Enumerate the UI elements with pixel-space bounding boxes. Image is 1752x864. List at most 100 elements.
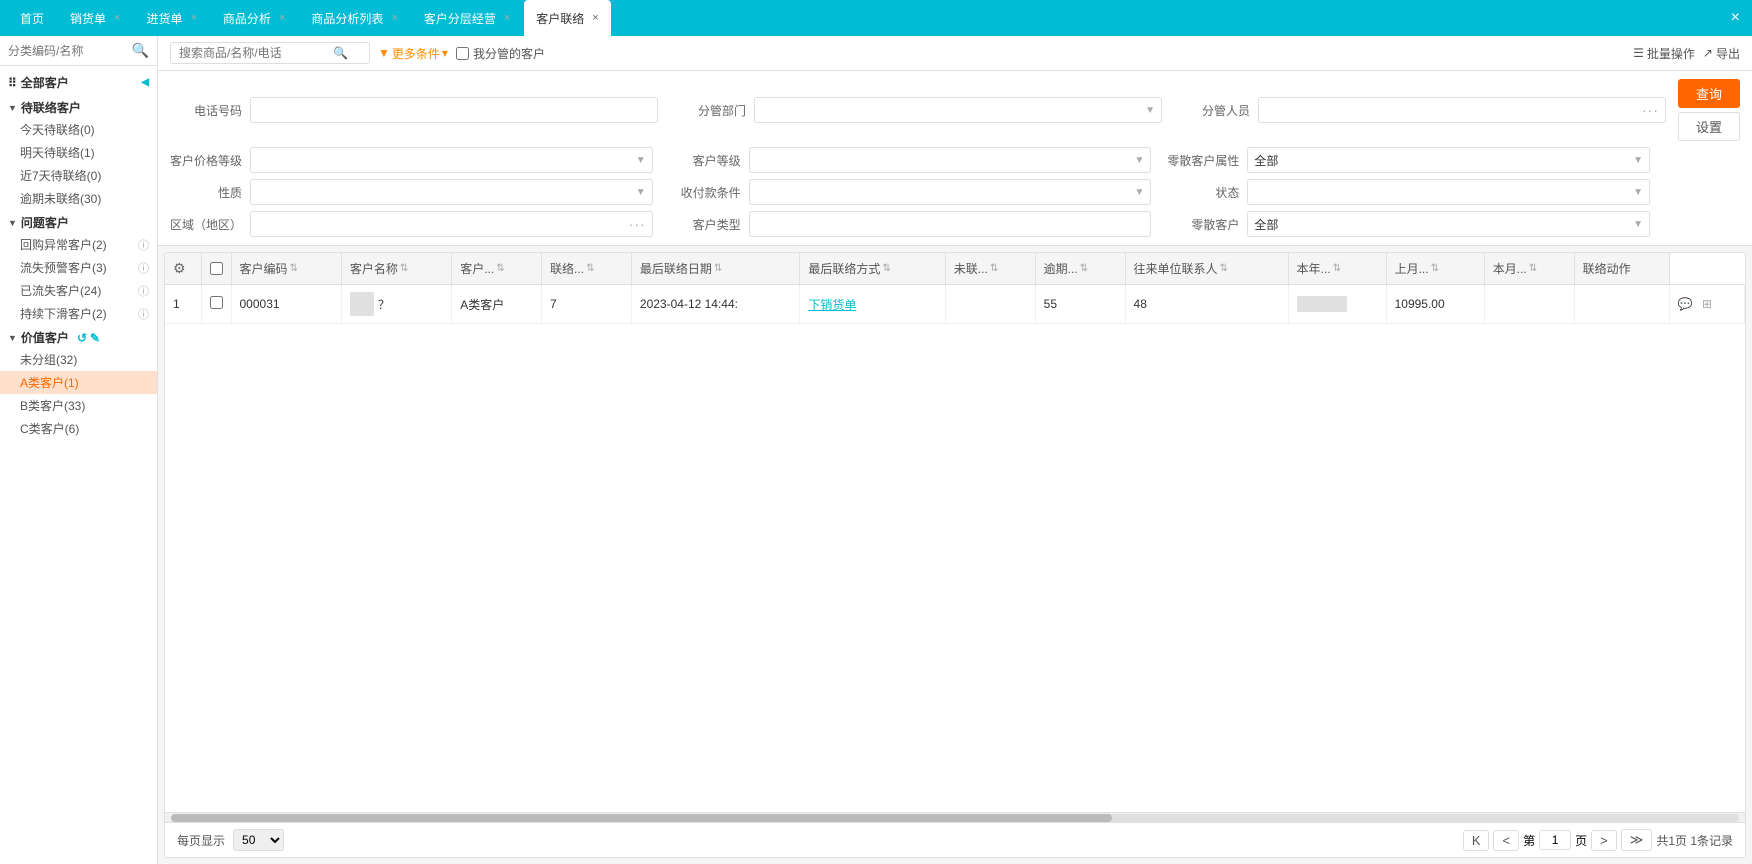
col-last-contact-date[interactable]: 最后联络日期⇅: [631, 253, 799, 285]
sidebar-item-loss-warning[interactable]: 流失预警客户(3) ⓘ: [0, 256, 157, 279]
table-wrapper[interactable]: ⚙ 客户编码⇅ 客户名称⇅ 客: [165, 253, 1745, 812]
close-contact-tab[interactable]: ×: [592, 12, 598, 24]
col-contact-person[interactable]: 往来单位联系人⇅: [1125, 253, 1288, 285]
col-customer-code[interactable]: 客户编码⇅: [231, 253, 341, 285]
region-input[interactable]: ···: [250, 211, 653, 237]
sidebar-item-lost[interactable]: 已流失客户(24) ⓘ: [0, 279, 157, 302]
sidebar-item-ungrouped[interactable]: 未分组(32): [0, 348, 157, 371]
search-input[interactable]: [179, 46, 329, 60]
page-input[interactable]: [1539, 830, 1571, 850]
col-no-contact[interactable]: 未联...⇅: [945, 253, 1035, 285]
status-dropdown[interactable]: ▼: [1247, 179, 1650, 205]
cell-overdue: 55: [1035, 285, 1125, 324]
sidebar-item-class-c[interactable]: C类客户(6): [0, 417, 157, 440]
nature-dropdown[interactable]: ▼: [250, 179, 653, 205]
col-customer-name[interactable]: 客户名称⇅: [341, 253, 451, 285]
price-level-field: 客户价格等级 ▼: [170, 147, 653, 173]
close-sales-tab[interactable]: ×: [114, 12, 120, 24]
next-page-btn[interactable]: >: [1591, 830, 1617, 851]
person-input[interactable]: ···: [1258, 97, 1666, 123]
col-contact-count[interactable]: 联络...⇅: [542, 253, 632, 285]
retail-attr-dropdown[interactable]: 全部 ▼: [1247, 147, 1650, 173]
col-checkbox[interactable]: [201, 253, 231, 285]
settings-gear-icon[interactable]: ⚙: [173, 260, 186, 277]
query-button[interactable]: 查询: [1678, 79, 1740, 108]
close-analysis-tab[interactable]: ×: [279, 12, 285, 24]
more-conditions-btn[interactable]: ▼ 更多条件 ▾: [378, 45, 448, 62]
cell-name[interactable]: ？: [341, 285, 451, 324]
nav-tab-analysis[interactable]: 商品分析 ×: [211, 0, 297, 36]
edit-icon[interactable]: ✎: [90, 331, 100, 345]
retail-attr-field: 零散客户属性 全部 ▼: [1167, 147, 1650, 173]
batch-op-button[interactable]: ☰ 批量操作: [1633, 45, 1695, 62]
col-overdue[interactable]: 逾期...⇅: [1035, 253, 1125, 285]
problem-customers-group[interactable]: ▼ 问题客户: [0, 210, 157, 233]
page-size-select[interactable]: 50 10 20 100: [233, 829, 284, 851]
nav-tab-home[interactable]: 首页: [8, 0, 56, 36]
sidebar-item-declining[interactable]: 持续下滑客户(2) ⓘ: [0, 302, 157, 325]
nav-tab-contact[interactable]: 客户联络 ×: [524, 0, 610, 36]
nav-tab-analysis-list[interactable]: 商品分析列表 ×: [299, 0, 409, 36]
row-checkbox[interactable]: [210, 296, 223, 309]
chevron-down-icon: ▾: [442, 46, 448, 60]
my-customers-filter[interactable]: 我分管的客户: [456, 45, 545, 62]
sidebar-item-repurchase[interactable]: 回购异常客户(2) ⓘ: [0, 233, 157, 256]
more-icon[interactable]: ⊞: [1702, 297, 1712, 311]
nav-tab-purchase[interactable]: 进货单 ×: [134, 0, 208, 36]
close-purchase-tab[interactable]: ×: [190, 12, 196, 24]
first-page-btn[interactable]: K: [1463, 830, 1490, 851]
price-level-dropdown[interactable]: ▼: [250, 147, 653, 173]
dots-menu2[interactable]: ···: [629, 216, 646, 232]
last-page-btn[interactable]: ≫: [1621, 829, 1653, 851]
col-year-amount[interactable]: 本年...⇅: [1288, 253, 1386, 285]
sidebar-item-today[interactable]: 今天待联络(0): [0, 118, 157, 141]
nav-tab-segment[interactable]: 客户分层经营 ×: [412, 0, 522, 36]
collapse-icon[interactable]: ◀: [141, 77, 149, 88]
col-customer-type[interactable]: 客户...⇅: [452, 253, 542, 285]
horizontal-scrollbar[interactable]: [165, 812, 1745, 822]
filter-row-2: 客户价格等级 ▼ 客户等级 ▼ 零散客户属性 全部: [170, 147, 1740, 173]
col-this-month[interactable]: 本月...⇅: [1484, 253, 1574, 285]
col-last-month[interactable]: 上月...⇅: [1386, 253, 1484, 285]
dots-menu[interactable]: ···: [1642, 102, 1659, 118]
settings-button[interactable]: 设置: [1678, 112, 1740, 141]
col-settings[interactable]: ⚙: [165, 253, 201, 285]
dept-dropdown[interactable]: ▼: [754, 97, 1162, 123]
sidebar-search-icon[interactable]: 🔍: [132, 42, 149, 59]
close-all-tabs[interactable]: ×: [1727, 5, 1744, 31]
select-all-checkbox[interactable]: [210, 262, 223, 275]
search-box[interactable]: 🔍: [170, 42, 370, 64]
all-customers-header[interactable]: ⠿ 全部客户 ◀: [0, 70, 157, 95]
search-icon[interactable]: 🔍: [333, 46, 348, 60]
nav-tab-sales[interactable]: 销货单 ×: [58, 0, 132, 36]
customer-level-dropdown[interactable]: ▼: [749, 147, 1152, 173]
value-customers-group[interactable]: ▼ 价值客户 ↺ ✎: [0, 325, 157, 348]
sidebar-item-week[interactable]: 近7天待联络(0): [0, 164, 157, 187]
scroll-track[interactable]: [171, 814, 1739, 822]
chat-icon[interactable]: 💬: [1678, 297, 1693, 311]
refresh-icon[interactable]: ↺: [77, 331, 87, 345]
my-customers-checkbox[interactable]: [456, 47, 469, 60]
retail-cust-field: 零散客户 全部 ▼: [1167, 211, 1650, 237]
sidebar-item-tomorrow[interactable]: 明天待联络(1): [0, 141, 157, 164]
prev-page-btn[interactable]: <: [1493, 830, 1519, 851]
export-button[interactable]: ↗ 导出: [1703, 45, 1740, 62]
cell-last-method[interactable]: 下销货单: [800, 285, 945, 324]
col-last-contact-method[interactable]: 最后联络方式⇅: [800, 253, 945, 285]
pending-contact-group[interactable]: ▼ 待联络客户: [0, 95, 157, 118]
page-total-label: 页: [1575, 832, 1587, 849]
scroll-thumb[interactable]: [171, 814, 1112, 822]
sidebar-item-overdue[interactable]: 逾期未联络(30): [0, 187, 157, 210]
close-segment-tab[interactable]: ×: [504, 12, 510, 24]
payment-dropdown[interactable]: ▼: [749, 179, 1152, 205]
last-method-link[interactable]: 下销货单: [808, 298, 856, 312]
sidebar-item-class-b[interactable]: B类客户(33): [0, 394, 157, 417]
phone-input[interactable]: [250, 97, 658, 123]
retail-cust-dropdown[interactable]: 全部 ▼: [1247, 211, 1650, 237]
cust-type-input[interactable]: [749, 211, 1152, 237]
sidebar-search-input[interactable]: [8, 44, 128, 58]
close-analysis-list-tab[interactable]: ×: [391, 12, 397, 24]
cell-checkbox[interactable]: [201, 285, 231, 324]
sidebar-item-class-a[interactable]: A类客户(1): [0, 371, 157, 394]
sidebar-search-box[interactable]: 🔍: [0, 36, 157, 66]
